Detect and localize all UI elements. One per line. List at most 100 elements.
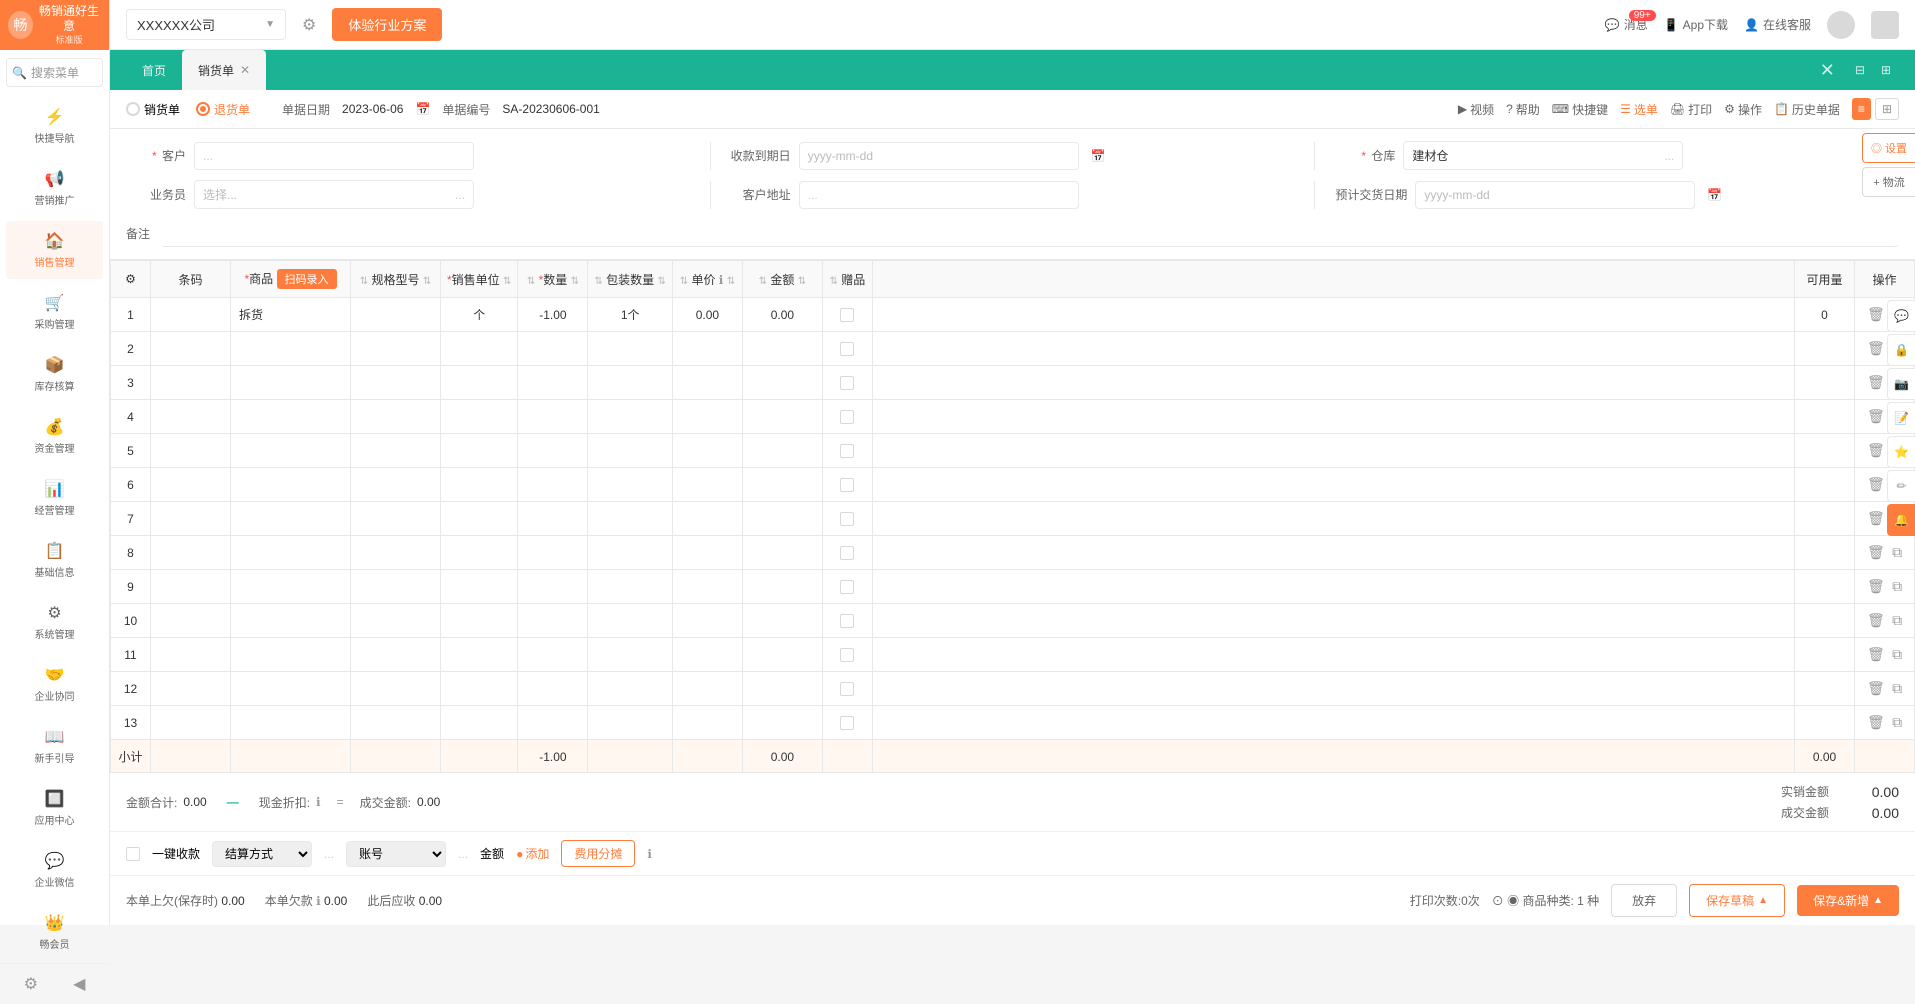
copy-row-button[interactable]: ⧉ (1890, 712, 1904, 733)
copy-row-button[interactable]: ⧉ (1890, 678, 1904, 699)
account-select[interactable]: 账号 (346, 841, 446, 867)
gift-checkbox[interactable] (840, 410, 854, 424)
print-link[interactable]: 🖨 打印 (1670, 101, 1712, 118)
radio-return-order[interactable]: 退货单 (196, 101, 250, 118)
row-barcode[interactable] (151, 570, 231, 604)
row-gift[interactable] (822, 638, 872, 672)
gift-checkbox[interactable] (840, 580, 854, 594)
row-spec[interactable] (351, 638, 441, 672)
delete-row-button[interactable]: 🗑 (1865, 372, 1887, 393)
row-spec[interactable] (351, 468, 441, 502)
expected-date-input[interactable]: yyyy-mm-dd (1415, 181, 1695, 209)
row-amount[interactable] (742, 502, 822, 536)
row-pkg-qty[interactable] (588, 604, 672, 638)
row-product[interactable] (231, 706, 351, 740)
delete-row-button[interactable]: 🗑 (1865, 542, 1887, 563)
gift-checkbox[interactable] (840, 716, 854, 730)
row-product[interactable] (231, 570, 351, 604)
sidebar-item-wechat[interactable]: 💬 企业微信 (6, 841, 103, 899)
row-spec[interactable] (351, 400, 441, 434)
maximize-button[interactable]: ⊟ (1847, 63, 1873, 77)
row-pkg-qty[interactable] (588, 502, 672, 536)
row-price[interactable] (672, 570, 742, 604)
row-gift[interactable] (822, 298, 872, 332)
row-spec[interactable] (351, 672, 441, 706)
row-unit[interactable] (441, 468, 518, 502)
arrears-info-icon[interactable]: ℹ (316, 894, 321, 908)
online-service-button[interactable]: 👤 在线客服 (1744, 16, 1811, 33)
row-product[interactable] (231, 468, 351, 502)
row-unit[interactable] (441, 400, 518, 434)
list-view-button[interactable]: ≡ (1852, 98, 1871, 120)
row-amount[interactable] (742, 706, 822, 740)
row-unit[interactable] (441, 570, 518, 604)
row-amount[interactable] (742, 434, 822, 468)
tab-sales-order[interactable]: 销货单 ✕ (182, 50, 266, 90)
float-lock-button[interactable]: 🔒 (1887, 334, 1915, 366)
row-spec[interactable] (351, 706, 441, 740)
row-barcode[interactable] (151, 706, 231, 740)
row-barcode[interactable] (151, 672, 231, 706)
customer-input[interactable]: ... (194, 142, 474, 170)
row-qty[interactable] (518, 570, 588, 604)
row-spec[interactable] (351, 604, 441, 638)
row-pkg-qty[interactable] (588, 672, 672, 706)
gift-checkbox[interactable] (840, 444, 854, 458)
th-settings[interactable]: ⚙ (111, 261, 151, 298)
float-star-button[interactable]: ⭐ (1887, 436, 1915, 468)
row-product[interactable] (231, 400, 351, 434)
row-product[interactable] (231, 434, 351, 468)
row-unit[interactable] (441, 638, 518, 672)
row-product[interactable]: 拆货 (231, 298, 351, 332)
row-qty[interactable] (518, 468, 588, 502)
copy-row-button[interactable]: ⧉ (1890, 644, 1904, 665)
sidebar-item-guide[interactable]: 📖 新手引导 (6, 717, 103, 775)
row-amount[interactable] (742, 604, 822, 638)
row-pkg-qty[interactable]: 1个 (588, 298, 672, 332)
float-chat-button[interactable]: 💬 (1887, 300, 1915, 332)
row-gift[interactable] (822, 502, 872, 536)
gift-checkbox[interactable] (840, 376, 854, 390)
company-selector[interactable]: XXXXXX公司 ▼ (126, 9, 286, 40)
row-pkg-qty[interactable] (588, 366, 672, 400)
row-gift[interactable] (822, 400, 872, 434)
row-gift[interactable] (822, 570, 872, 604)
tab-close-icon[interactable]: ✕ (240, 63, 250, 77)
gift-checkbox[interactable] (840, 308, 854, 322)
app-download-button[interactable]: 📱 App下载 (1664, 16, 1728, 33)
logistics-side-button[interactable]: + 物流 (1862, 167, 1915, 197)
row-product[interactable] (231, 332, 351, 366)
row-unit[interactable]: 个 (441, 298, 518, 332)
expense-split-button[interactable]: 费用分摊 (561, 840, 635, 867)
tab-home[interactable]: 首页 (126, 50, 182, 90)
row-price[interactable] (672, 332, 742, 366)
row-product[interactable] (231, 604, 351, 638)
row-amount[interactable]: 0.00 (742, 298, 822, 332)
sidebar-item-basic-info[interactable]: 📋 基础信息 (6, 531, 103, 589)
row-price[interactable] (672, 502, 742, 536)
row-gift[interactable] (822, 604, 872, 638)
row-qty[interactable] (518, 706, 588, 740)
row-barcode[interactable] (151, 638, 231, 672)
expected-date-calendar-icon[interactable]: 📅 (1707, 188, 1722, 202)
row-price[interactable] (672, 536, 742, 570)
row-spec[interactable] (351, 366, 441, 400)
row-unit[interactable] (441, 332, 518, 366)
delete-row-button[interactable]: 🗑 (1865, 678, 1887, 699)
row-amount[interactable] (742, 672, 822, 706)
search-menu-button[interactable]: 🔍 搜索菜单 (6, 58, 103, 87)
row-product[interactable] (231, 366, 351, 400)
row-price[interactable] (672, 672, 742, 706)
user-menu[interactable] (1871, 11, 1899, 39)
row-unit[interactable] (441, 502, 518, 536)
row-pkg-qty[interactable] (588, 706, 672, 740)
row-price[interactable] (672, 434, 742, 468)
history-link[interactable]: 📋 历史单据 (1774, 101, 1840, 118)
row-gift[interactable] (822, 468, 872, 502)
row-barcode[interactable] (151, 400, 231, 434)
message-button[interactable]: 💬 消息 99+ (1605, 16, 1648, 33)
row-qty[interactable] (518, 536, 588, 570)
copy-row-button[interactable]: ⧉ (1890, 542, 1904, 563)
delete-row-button[interactable]: 🗑 (1865, 338, 1887, 359)
remark-input[interactable] (161, 219, 1899, 247)
